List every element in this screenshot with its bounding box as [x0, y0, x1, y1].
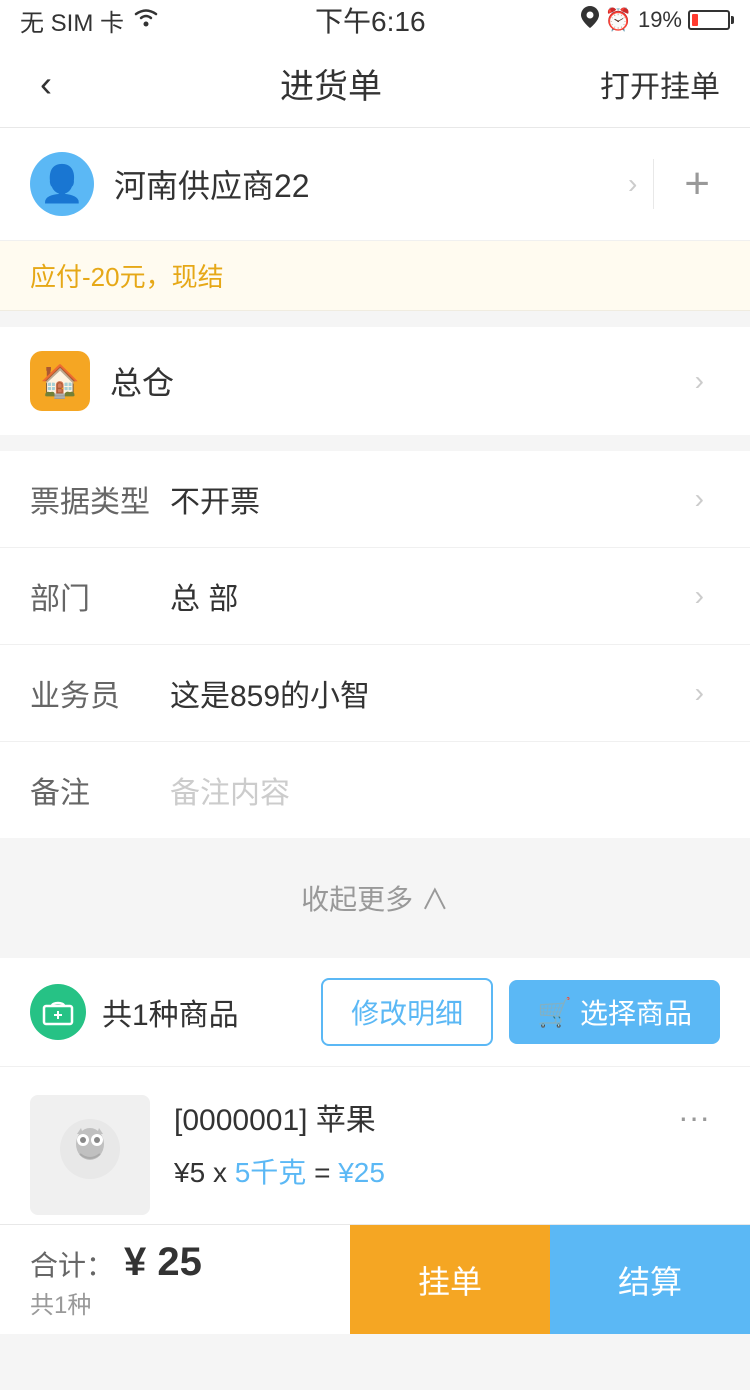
- invoice-type-row[interactable]: 票据类型 不开票 ›: [0, 451, 750, 548]
- select-product-label: 选择商品: [580, 992, 692, 1032]
- footer: 合计： ¥ 25 共1种 挂单 结算: [0, 1224, 750, 1334]
- status-time: 下午6:16: [315, 0, 426, 40]
- invoice-type-value: 不开票: [150, 477, 695, 521]
- product-header: 共1种商品 修改明细 🛒 选择商品: [0, 958, 750, 1067]
- status-right: ⏰ 19%: [581, 6, 730, 34]
- product-count-text: 共1种商品: [102, 990, 321, 1034]
- product-name: [0000001] 苹果: [174, 1095, 668, 1139]
- pending-button[interactable]: 挂单: [350, 1225, 550, 1334]
- department-value: 总 部: [150, 574, 695, 618]
- wifi-icon: [132, 6, 160, 34]
- footer-total: 合计： ¥ 25 共1种: [0, 1225, 350, 1334]
- invoice-type-label: 票据类型: [30, 477, 150, 521]
- salesperson-chevron-icon: ›: [695, 677, 704, 709]
- supplier-card: 👤 河南供应商22 › + 应付-20元，现结: [0, 128, 750, 311]
- nav-bar: ‹ 进货单 打开挂单: [0, 40, 750, 128]
- payment-notice: 应付-20元，现结: [0, 241, 750, 311]
- battery-percent: 19%: [638, 7, 682, 33]
- salesperson-value: 这是859的小智: [150, 671, 695, 715]
- remark-label: 备注: [30, 768, 150, 812]
- status-left: 无 SIM 卡: [20, 3, 160, 38]
- product-count-icon: [30, 984, 86, 1040]
- product-price: ¥5 x 5千克 = ¥25: [174, 1151, 668, 1191]
- product-title: 苹果: [316, 1104, 376, 1137]
- total-amount: ¥ 25: [124, 1240, 202, 1285]
- battery-icon: [688, 10, 730, 30]
- department-chevron-icon: ›: [695, 580, 704, 612]
- salesperson-label: 业务员: [30, 671, 150, 715]
- checkout-button[interactable]: 结算: [550, 1225, 750, 1334]
- remark-row[interactable]: 备注 备注内容: [0, 742, 750, 838]
- warehouse-card: 🏠 总仓 ›: [0, 327, 750, 435]
- equals-sign: =: [314, 1157, 338, 1188]
- open-pending-button[interactable]: 打开挂单: [600, 62, 720, 106]
- supplier-name: 河南供应商22: [114, 161, 628, 207]
- warehouse-row[interactable]: 🏠 总仓 ›: [0, 327, 750, 435]
- total-price: ¥25: [338, 1157, 385, 1188]
- total-row: 合计： ¥ 25: [30, 1240, 320, 1285]
- multiply-sign: x: [213, 1157, 235, 1188]
- supplier-row[interactable]: 👤 河南供应商22 › +: [0, 128, 750, 241]
- remark-placeholder: 备注内容: [150, 768, 720, 812]
- total-count: 共1种: [30, 1285, 320, 1320]
- warehouse-chevron-icon: ›: [695, 365, 704, 397]
- location-icon: [581, 6, 599, 34]
- alarm-icon: ⏰: [605, 7, 632, 33]
- total-count-label: 共1种: [30, 1292, 91, 1319]
- carrier-label: 无 SIM 卡: [20, 3, 124, 38]
- status-bar: 无 SIM 卡 下午6:16 ⏰ 19%: [0, 0, 750, 40]
- warehouse-icon: 🏠: [30, 351, 90, 411]
- salesperson-row[interactable]: 业务员 这是859的小智 ›: [0, 645, 750, 742]
- total-label: 合计：: [30, 1244, 114, 1284]
- product-item: [0000001] 苹果 ¥5 x 5千克 = ¥25 ···: [0, 1067, 750, 1244]
- cart-icon: 🛒: [537, 996, 572, 1029]
- collapse-button[interactable]: 收起更多 ∧: [0, 854, 750, 942]
- back-button[interactable]: ‹: [30, 53, 62, 115]
- owl-logo-icon: [55, 1114, 125, 1196]
- supplier-chevron-icon: ›: [628, 168, 637, 200]
- section-gap-1: [0, 942, 750, 958]
- supplier-avatar: 👤: [30, 152, 94, 216]
- quantity: 5千克: [235, 1157, 307, 1188]
- unit-price: ¥5: [174, 1157, 205, 1188]
- add-supplier-button[interactable]: +: [674, 159, 720, 209]
- form-card: 票据类型 不开票 › 部门 总 部 › 业务员 这是859的小智 › 备注 备注…: [0, 451, 750, 838]
- warehouse-name: 总仓: [110, 358, 695, 404]
- product-card: 共1种商品 修改明细 🛒 选择商品: [0, 958, 750, 1244]
- main-content: 👤 河南供应商22 › + 应付-20元，现结 🏠 总仓 › 票据类型 不开票 …: [0, 128, 750, 1390]
- divider: [653, 159, 654, 209]
- product-code: [0000001]: [174, 1104, 307, 1137]
- select-product-button[interactable]: 🛒 选择商品: [509, 980, 720, 1044]
- department-row[interactable]: 部门 总 部 ›: [0, 548, 750, 645]
- department-label: 部门: [30, 574, 150, 618]
- product-more-button[interactable]: ···: [668, 1095, 720, 1140]
- product-thumbnail: [30, 1095, 150, 1215]
- invoice-chevron-icon: ›: [695, 483, 704, 515]
- product-info: [0000001] 苹果 ¥5 x 5千克 = ¥25: [174, 1095, 668, 1191]
- page-title: 进货单: [280, 59, 382, 108]
- edit-detail-button[interactable]: 修改明细: [321, 978, 493, 1046]
